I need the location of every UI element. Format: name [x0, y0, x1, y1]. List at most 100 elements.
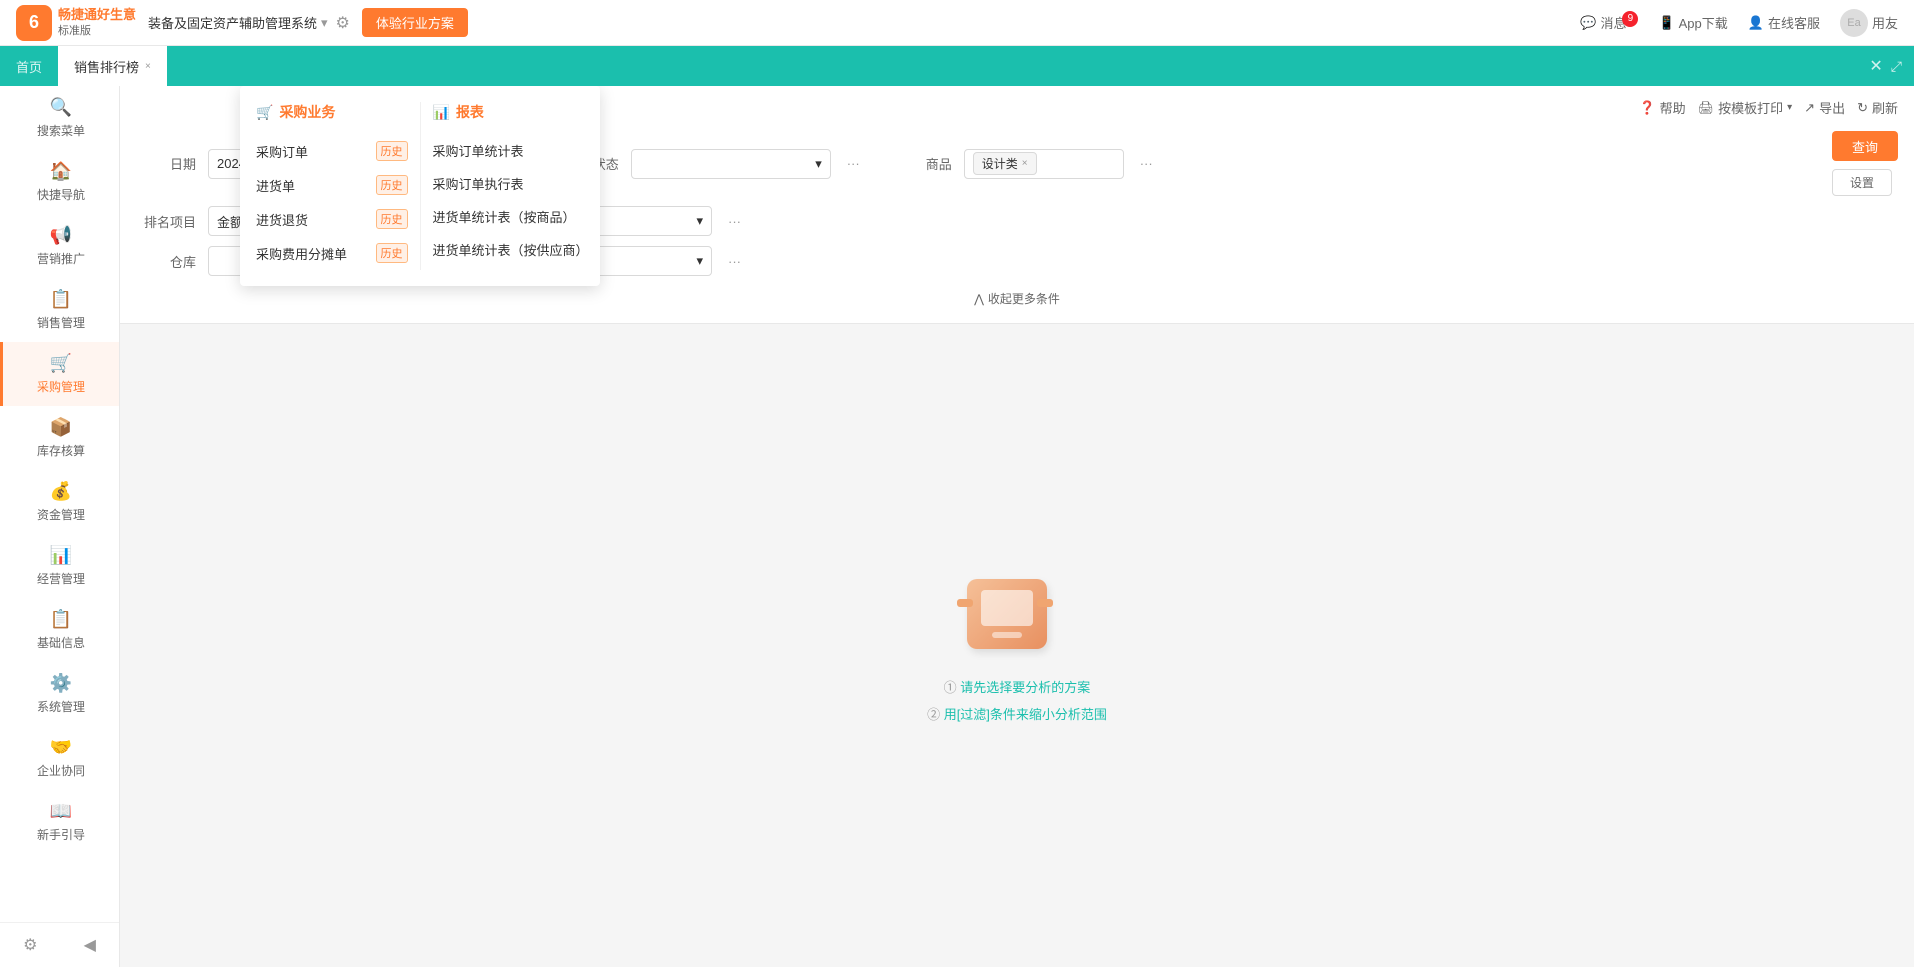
history-badge-3: 历史 [376, 243, 408, 263]
collapse-button[interactable]: ⋀ 收起更多条件 [970, 286, 1064, 311]
sidebar-item-marketing[interactable]: 📢 营销推广 [0, 214, 119, 278]
warehouse-label: 仓库 [136, 252, 196, 271]
help-button[interactable]: ❓ 帮助 [1639, 98, 1685, 117]
status-select[interactable]: ▾ [631, 149, 831, 179]
empty-hint-2: ② 用[过滤]条件来缩小分析范围 [927, 704, 1107, 723]
print-dropdown-icon[interactable]: ▾ [1787, 102, 1792, 113]
status-dots[interactable]: ··· [847, 156, 860, 171]
message-icon: 💬 [1580, 15, 1596, 31]
purchase-section-title: 🛒 采购业务 [256, 102, 408, 122]
system-dropdown-icon[interactable]: ▾ [321, 15, 328, 31]
system-icon: ⚙️ [50, 673, 72, 694]
history-badge-0: 历史 [376, 141, 408, 161]
user-menu-button[interactable]: Ea 用友 [1840, 9, 1898, 37]
tab-home[interactable]: 首页 [0, 46, 58, 86]
sidebar: 🔍 搜索菜单 🏠 快捷导航 📢 营销推广 📋 销售管理 🛒 采购管理 📦 库存核… [0, 86, 120, 967]
app-download-button[interactable]: 📱 App下载 [1658, 13, 1727, 32]
collapse-icon[interactable]: ◀ [84, 935, 96, 955]
guide-icon: 📖 [50, 801, 72, 822]
goods-dots[interactable]: ··· [1140, 156, 1153, 171]
salesperson-dropdown-icon: ▾ [696, 213, 703, 229]
dropdown-divider [420, 102, 421, 270]
report-section-title: 📊 报表 [433, 102, 585, 122]
notification-badge: 9 [1622, 11, 1638, 27]
query-button[interactable]: 查询 [1832, 131, 1898, 161]
remove-design-tag[interactable]: × [1022, 158, 1028, 169]
goods-input[interactable]: 设计类 × [964, 149, 1124, 179]
service-icon: 👤 [1748, 15, 1764, 31]
empty-hint-1: ① 请先选择要分析的方案 [944, 677, 1091, 696]
sidebar-item-guide[interactable]: 📖 新手引导 [0, 790, 119, 854]
purchase-icon: 🛒 [50, 353, 72, 374]
sidebar-item-operations[interactable]: 📊 经营管理 [0, 534, 119, 598]
collapse-arrow-icon: ⋀ [974, 292, 984, 306]
purchase-order-exec-item[interactable]: 采购订单执行表 [433, 167, 585, 200]
goods-label: 商品 [892, 154, 952, 173]
empty-state: ① 请先选择要分析的方案 ② 用[过滤]条件来缩小分析范围 [120, 324, 1914, 967]
industry-button[interactable]: 体验行业方案 [362, 8, 468, 37]
tab-bar: 首页 销售排行榜 × ✕ ⤢ [0, 46, 1914, 86]
customer-dots[interactable]: ··· [728, 254, 741, 269]
sidebar-item-cooperation[interactable]: 🤝 企业协同 [0, 726, 119, 790]
inventory-icon: 📦 [50, 417, 72, 438]
stock-return-item[interactable]: 进货退货 历史 [256, 202, 408, 236]
export-button[interactable]: ↗ 导出 [1804, 98, 1845, 117]
empty-icon [957, 569, 1077, 669]
sidebar-bottom: ⚙ ◀ [0, 922, 119, 967]
sidebar-item-search[interactable]: 🔍 搜索菜单 [0, 86, 119, 150]
status-dropdown-icon: ▾ [815, 156, 822, 172]
report-section-icon: 📊 [433, 104, 450, 121]
purchase-section-icon: 🛒 [256, 104, 273, 121]
tab-bar-right: ✕ ⤢ [1869, 56, 1914, 76]
refresh-button[interactable]: ↻ 刷新 [1857, 98, 1898, 117]
history-badge-1: 历史 [376, 175, 408, 195]
salesperson-dots[interactable]: ··· [728, 214, 741, 229]
sidebar-item-finance[interactable]: 💰 资金管理 [0, 470, 119, 534]
tab-expand-icon[interactable]: ⤢ [1891, 58, 1902, 75]
sidebar-item-system[interactable]: ⚙️ 系统管理 [0, 662, 119, 726]
industry-area: 体验行业方案 [362, 8, 468, 37]
history-badge-2: 历史 [376, 209, 408, 229]
sidebar-item-sales[interactable]: 📋 销售管理 [0, 278, 119, 342]
tab-sales-rank[interactable]: 销售排行榜 × [58, 46, 167, 86]
logo-area: 6 畅捷通好生意 标准版 [16, 5, 136, 41]
settings-bottom-icon[interactable]: ⚙ [23, 935, 37, 955]
purchase-dropdown-menu: 🛒 采购业务 采购订单 历史 进货单 历史 进货退货 历史 [240, 86, 600, 286]
rank-label: 排名项目 [136, 212, 196, 231]
purchase-order-item[interactable]: 采购订单 历史 [256, 134, 408, 168]
top-bar-right: 💬 消息 9 📱 App下载 👤 在线客服 Ea 用友 [1580, 9, 1898, 37]
dropdown-purchase-section: 🛒 采购业务 采购订单 历史 进货单 历史 进货退货 历史 [256, 102, 408, 270]
query-btn-group: 查询 设置 [1832, 131, 1898, 196]
operations-icon: 📊 [50, 545, 72, 566]
search-icon: 🔍 [50, 97, 72, 118]
finance-icon: 💰 [50, 481, 72, 502]
dropdown-report-section: 📊 报表 采购订单统计表 采购订单执行表 进货单统计表（按商品） 进货单统计表（… [433, 102, 585, 270]
sales-icon: 📋 [50, 289, 72, 310]
tab-close-window-icon[interactable]: ✕ [1869, 56, 1882, 76]
goods-tag-design: 设计类 × [973, 152, 1037, 175]
date-label: 日期 [136, 154, 196, 173]
stock-in-stats-goods-item[interactable]: 进货单统计表（按商品） [433, 200, 585, 233]
settings-icon[interactable]: ⚙ [336, 13, 350, 33]
home-icon: 🏠 [50, 161, 72, 182]
purchase-expense-item[interactable]: 采购费用分摊单 历史 [256, 236, 408, 270]
tab-close-icon[interactable]: × [145, 61, 151, 72]
print-button[interactable]: 🖨 按模板打印 ▾ [1698, 98, 1793, 117]
purchase-order-stats-item[interactable]: 采购订单统计表 [433, 134, 585, 167]
system-name: 装备及固定资产辅助管理系统 [148, 13, 317, 32]
sidebar-item-inventory[interactable]: 📦 库存核算 [0, 406, 119, 470]
message-button[interactable]: 💬 消息 9 [1580, 13, 1638, 32]
stock-in-item[interactable]: 进货单 历史 [256, 168, 408, 202]
user-avatar: Ea [1840, 9, 1868, 37]
sidebar-item-basic[interactable]: 📋 基础信息 [0, 598, 119, 662]
print-icon: 🖨 [1698, 100, 1715, 116]
collapse-row: ⋀ 收起更多条件 [136, 286, 1898, 311]
help-icon: ❓ [1639, 100, 1655, 116]
sidebar-item-purchase[interactable]: 🛒 采购管理 [0, 342, 119, 406]
stock-in-stats-supplier-item[interactable]: 进货单统计表（按供应商） [433, 233, 585, 266]
sidebar-item-quick-nav[interactable]: 🏠 快捷导航 [0, 150, 119, 214]
export-icon: ↗ [1804, 100, 1815, 116]
logo-text: 畅捷通好生意 标准版 [58, 7, 136, 38]
online-service-button[interactable]: 👤 在线客服 [1748, 13, 1820, 32]
settings-button[interactable]: 设置 [1832, 169, 1892, 196]
